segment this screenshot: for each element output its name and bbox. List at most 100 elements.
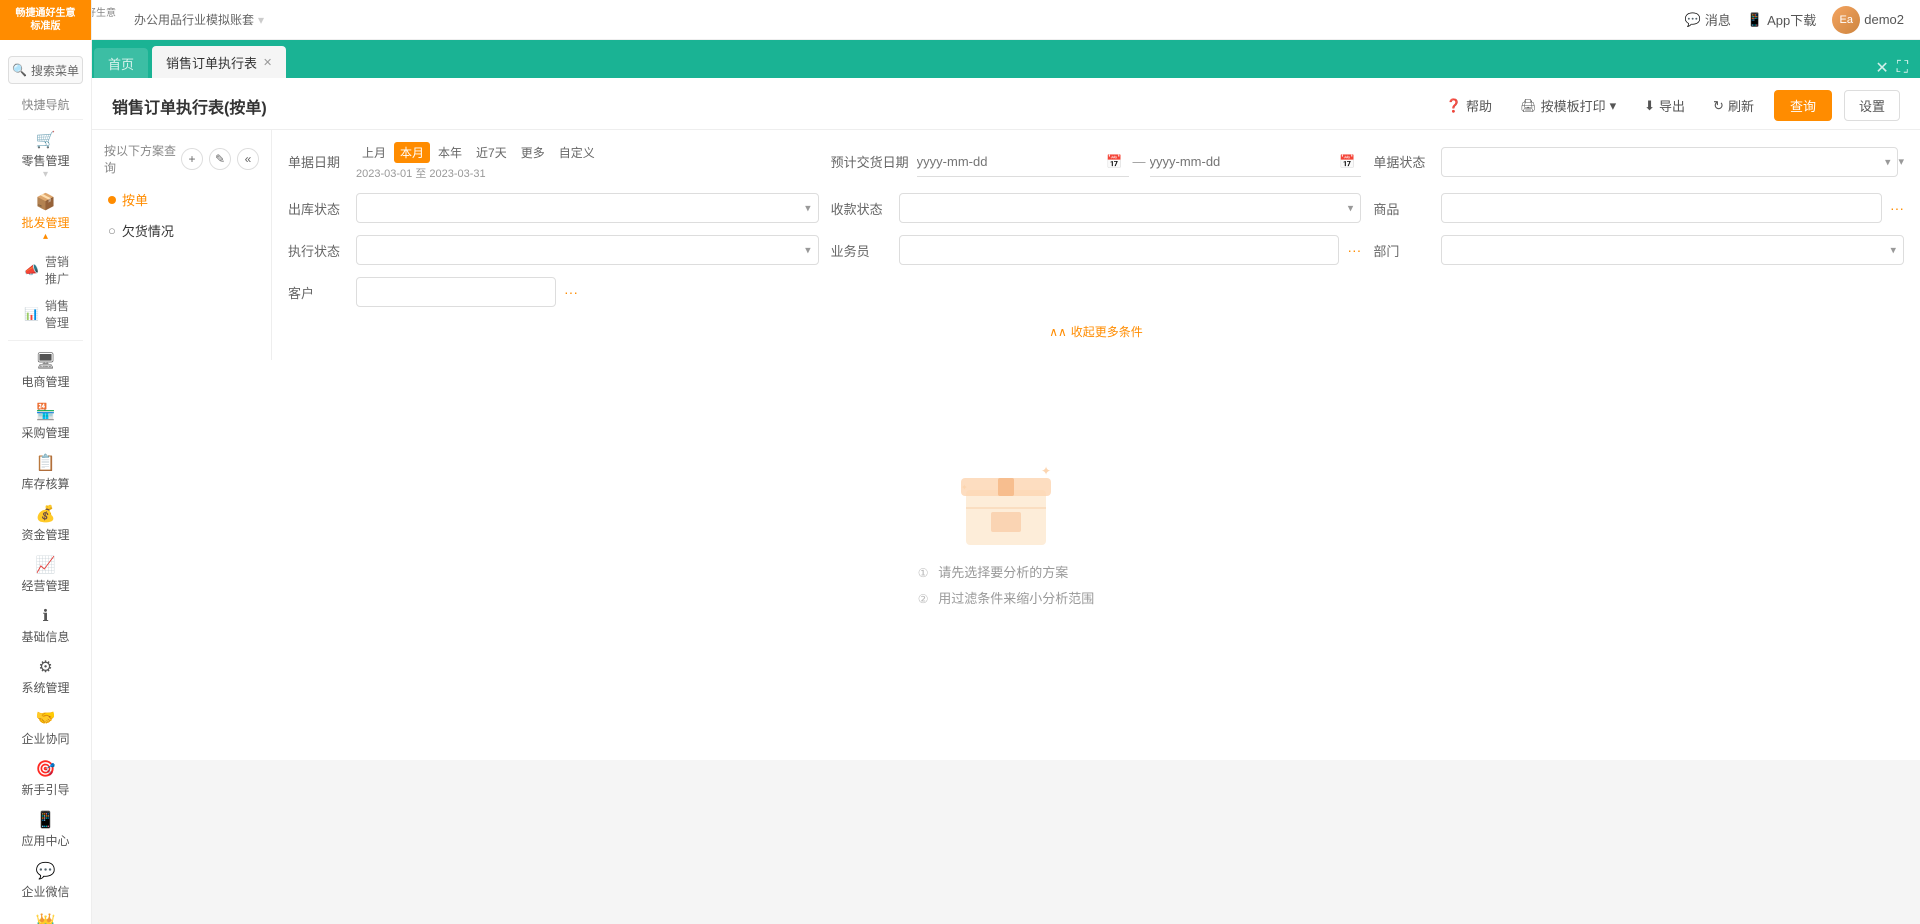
scheme-item-by-order[interactable]: 按单	[92, 184, 271, 215]
expected-date-to-wrap: 📅	[1150, 147, 1362, 177]
breadcrumb-text: 办公用品行业模拟账套	[134, 11, 254, 28]
nav-right-icons: ✕ ⛶	[1875, 58, 1920, 78]
filter-dept-item: 部门 销售部	[1373, 235, 1904, 265]
basic-info-label: 基础信息	[21, 628, 69, 645]
wholesale-icon: 📦	[36, 192, 56, 212]
sidebar-item-ecommerce[interactable]: 🖥 电商管理	[0, 345, 91, 396]
window-close-btn[interactable]: ✕	[1875, 58, 1888, 78]
sidebar-item-finance[interactable]: 💰 资金管理	[0, 498, 91, 549]
dept-select-wrap: 销售部	[1441, 235, 1904, 265]
sidebar-item-appstore[interactable]: 📱 应用中心	[0, 804, 91, 855]
tab-sales-order[interactable]: 销售订单执行表 ✕	[152, 46, 286, 78]
query-btn[interactable]: 查询	[1774, 90, 1832, 121]
system-icon: ⚙	[38, 657, 52, 677]
refresh-btn[interactable]: ↻ 刷新	[1705, 92, 1762, 119]
sidebar-item-retail[interactable]: 🛒 零售管理 ▾	[0, 124, 91, 186]
date-btn-this-month[interactable]: 本月	[394, 142, 430, 163]
export-icon: ⬇	[1644, 98, 1655, 114]
salesman-input[interactable]	[899, 235, 1340, 265]
filter-conditions: 单据日期 上月 本月 本年 近7天 更多 自定义 2023-03-01 至 20…	[272, 130, 1920, 360]
message-btn[interactable]: 💬 消息	[1685, 10, 1731, 29]
tab-home[interactable]: 首页	[94, 48, 148, 78]
window-maximize-btn[interactable]: ⛶	[1897, 59, 1908, 77]
sidebar-item-guide[interactable]: 🎯 新手引导	[0, 753, 91, 804]
add-scheme-btn[interactable]: +	[181, 148, 203, 170]
date-btn-this-year[interactable]: 本年	[432, 142, 468, 163]
sidebar-item-basic-info[interactable]: ℹ 基础信息	[0, 600, 91, 651]
data-area: ✦ ✦ ① 请先选择要分析的方案 ② 用过滤条件来缩小分析范围	[92, 360, 1920, 760]
status-select[interactable]: 审核 未审核	[1441, 147, 1898, 177]
filter-status-item: 单据状态 审核 未审核 ▾	[1373, 142, 1904, 181]
sidebar-search-area[interactable]: 🔍 搜索菜单	[0, 48, 91, 92]
sidebar-item-purchase[interactable]: 🏪 采购管理	[0, 396, 91, 447]
sidebar-item-system[interactable]: ⚙ 系统管理	[0, 651, 91, 702]
backlog-icon: ○	[108, 223, 116, 238]
retail-arrow: ▾	[43, 169, 48, 180]
print-btn[interactable]: 🖨 按模板打印 ▾	[1512, 92, 1624, 119]
search-menu-btn[interactable]: 🔍 搜索菜单	[8, 56, 83, 84]
wholesale-label: 批发管理	[21, 214, 69, 231]
sub-nav-sales[interactable]: 📊 销售管理	[0, 292, 91, 336]
scheme-label-backlog: 欠货情况	[122, 221, 174, 240]
refresh-label: 刷新	[1728, 96, 1754, 115]
sidebar-item-operations[interactable]: 📈 经营管理	[0, 549, 91, 600]
purchase-icon: 🏪	[36, 402, 56, 422]
dept-select[interactable]: 销售部	[1441, 235, 1904, 265]
date-btn-last-month[interactable]: 上月	[356, 142, 392, 163]
export-btn[interactable]: ⬇ 导出	[1636, 92, 1693, 119]
scheme-item-backlog[interactable]: ○ 欠货情况	[92, 215, 271, 246]
filter-scheme-actions: + ✎ «	[181, 148, 259, 170]
status-select-wrap: 审核 未审核	[1441, 147, 1898, 177]
user-menu[interactable]: Ea demo2	[1832, 6, 1904, 34]
date-btn-more[interactable]: 更多	[515, 142, 551, 163]
goods-input[interactable]	[1441, 193, 1882, 223]
app-download-btn[interactable]: 📱 App下载	[1747, 10, 1816, 29]
payment-status-label: 收款状态	[831, 199, 891, 218]
tab-close-btn[interactable]: ✕	[263, 56, 272, 69]
help-btn[interactable]: ❓ 帮助	[1438, 92, 1500, 119]
payment-status-select[interactable]: 全部收款 部分收款 未收款	[899, 193, 1362, 223]
goods-more-btn[interactable]: ···	[1890, 200, 1904, 216]
search-icon: 🔍	[12, 63, 27, 77]
salesman-more-btn[interactable]: ···	[1347, 242, 1361, 258]
user-avatar: Ea	[1832, 6, 1860, 34]
sidebar: 畅捷通好生意标准版 🔍 搜索菜单 快捷导航 🛒 零售管理 ▾ 📦 批发管理 ▴ …	[0, 0, 92, 924]
search-menu-label: 搜索菜单	[31, 62, 79, 79]
expected-date-label: 预计交货日期	[831, 152, 909, 171]
sidebar-item-weixin[interactable]: 💬 企业微信	[0, 855, 91, 906]
sidebar-item-enterprise[interactable]: 🤝 企业协同	[0, 702, 91, 753]
payment-status-select-wrap: 全部收款 部分收款 未收款	[899, 193, 1362, 223]
message-icon: 💬	[1685, 12, 1701, 28]
collapse-scheme-btn[interactable]: «	[237, 148, 259, 170]
weixin-label: 企业微信	[21, 883, 69, 900]
sidebar-item-wholesale[interactable]: 📦 批发管理 ▴	[0, 186, 91, 248]
date-btn-7days[interactable]: 近7天	[470, 142, 513, 163]
out-status-select[interactable]: 全部出库 部分出库 未出库	[356, 193, 819, 223]
date-btn-custom[interactable]: 自定义	[553, 142, 601, 163]
customer-more-btn[interactable]: ···	[564, 284, 578, 300]
expected-date-from-input[interactable]	[917, 147, 1129, 177]
expected-date-to-input[interactable]	[1150, 147, 1362, 177]
app-download-label: App下载	[1767, 10, 1816, 29]
customer-input[interactable]	[356, 277, 556, 307]
tab-sales-order-label: 销售订单执行表	[166, 53, 257, 72]
sidebar-item-inventory[interactable]: 📋 库存核算	[0, 447, 91, 498]
collapse-filter-btn[interactable]: ∧∧ 收起更多条件	[288, 315, 1904, 348]
empty-illustration: ✦ ✦	[946, 440, 1066, 560]
filter-expected-date-item: 预计交货日期 📅 — 📅	[831, 142, 1362, 181]
operations-icon: 📈	[36, 555, 56, 575]
message-label: 消息	[1705, 10, 1731, 29]
filter-row-3: 执行状态 已完成 进行中 业务员 ···	[288, 235, 1904, 265]
breadcrumb: 办公用品行业模拟账套 ▾	[134, 11, 264, 28]
nav-tabs: 首页 销售订单执行表 ✕ ✕ ⛶	[92, 40, 1920, 78]
exec-status-select[interactable]: 已完成 进行中	[356, 235, 819, 265]
sidebar-item-member[interactable]: 👑 畅会员	[0, 906, 91, 924]
main-content: 销售订单执行表(按单) ❓ 帮助 🖨 按模板打印 ▾ ⬇ 导出 ↻ 刷新 查询	[92, 78, 1920, 924]
enterprise-label: 企业协同	[21, 730, 69, 747]
filter-scheme-title: 按以下方案查询	[104, 142, 181, 176]
filter-scheme-panel: 按以下方案查询 + ✎ « 按单 ○	[92, 130, 272, 360]
edit-scheme-btn[interactable]: ✎	[209, 148, 231, 170]
settings-btn[interactable]: 设置	[1844, 90, 1900, 121]
sub-nav-marketing[interactable]: 📣 营销推广	[0, 248, 91, 292]
empty-hint-1: ① 请先选择要分析的方案	[918, 560, 1094, 586]
